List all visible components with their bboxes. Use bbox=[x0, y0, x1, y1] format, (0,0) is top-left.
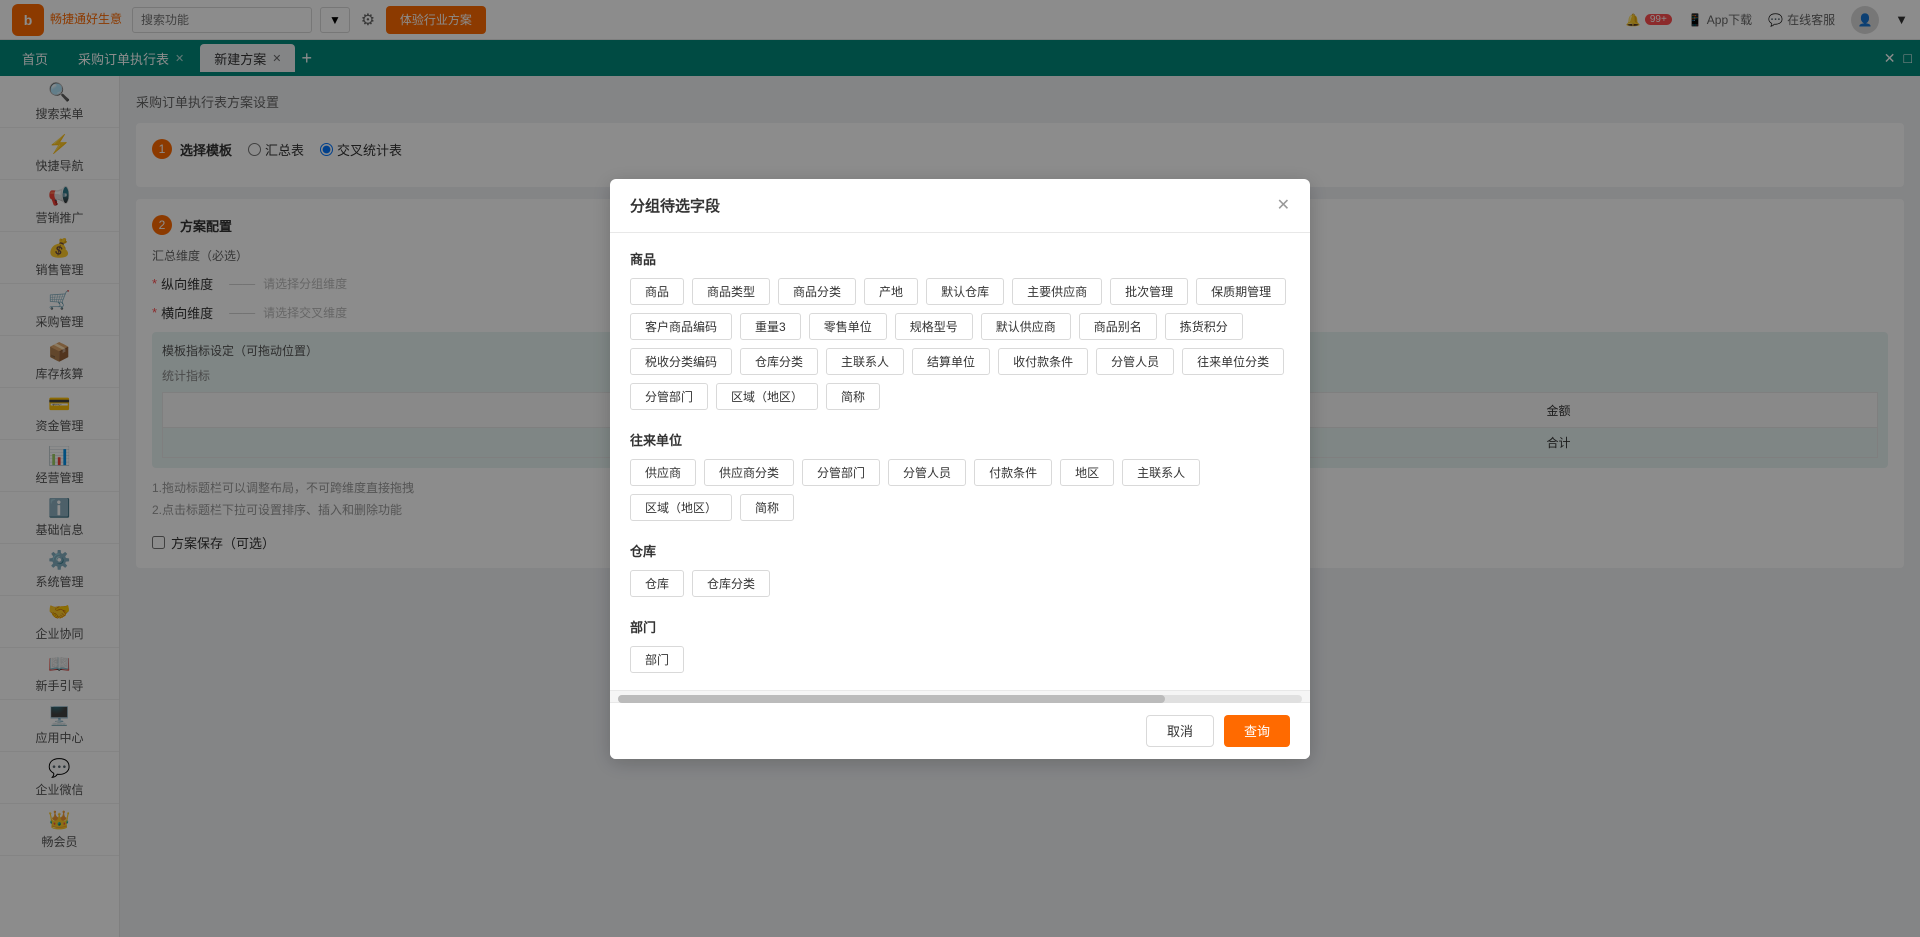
field-tag[interactable]: 批次管理 bbox=[1110, 278, 1188, 305]
field-tag[interactable]: 分管人员 bbox=[1096, 348, 1174, 375]
field-tag[interactable]: 区域（地区） bbox=[716, 383, 818, 410]
modal-dialog: 分组待选字段 ✕ 商品 商品 商品类型 商品分类 产地 默认仓库 主要供应商 批… bbox=[610, 179, 1310, 759]
field-tag[interactable]: 商品 bbox=[630, 278, 684, 305]
field-tag[interactable]: 简称 bbox=[826, 383, 880, 410]
field-tag[interactable]: 默认仓库 bbox=[926, 278, 1004, 305]
field-tag[interactable]: 保质期管理 bbox=[1196, 278, 1286, 305]
field-tag[interactable]: 供应商分类 bbox=[704, 459, 794, 486]
field-tag[interactable]: 产地 bbox=[864, 278, 918, 305]
field-tag[interactable]: 收付款条件 bbox=[998, 348, 1088, 375]
modal-scrollbar bbox=[610, 690, 1310, 701]
field-tag[interactable]: 供应商 bbox=[630, 459, 696, 486]
field-tag[interactable]: 地区 bbox=[1060, 459, 1114, 486]
field-tag[interactable]: 分管部门 bbox=[630, 383, 708, 410]
field-tag[interactable]: 税收分类编码 bbox=[630, 348, 732, 375]
modal-overlay: 分组待选字段 ✕ 商品 商品 商品类型 商品分类 产地 默认仓库 主要供应商 批… bbox=[0, 0, 1920, 937]
field-group-partner: 往来单位 供应商 供应商分类 分管部门 分管人员 付款条件 地区 主联系人 区域… bbox=[630, 430, 1290, 521]
field-tag[interactable]: 默认供应商 bbox=[981, 313, 1071, 340]
field-tag[interactable]: 商品分类 bbox=[778, 278, 856, 305]
field-tag[interactable]: 仓库 bbox=[630, 570, 684, 597]
field-tag[interactable]: 往来单位分类 bbox=[1182, 348, 1284, 375]
field-tag[interactable]: 零售单位 bbox=[809, 313, 887, 340]
confirm-button[interactable]: 查询 bbox=[1224, 715, 1290, 747]
scrollbar-thumb[interactable] bbox=[618, 695, 1165, 703]
field-tag[interactable]: 分管人员 bbox=[888, 459, 966, 486]
field-tag[interactable]: 部门 bbox=[630, 646, 684, 673]
modal-header: 分组待选字段 ✕ bbox=[610, 179, 1310, 233]
field-tag[interactable]: 分管部门 bbox=[802, 459, 880, 486]
modal-title: 分组待选字段 bbox=[630, 195, 720, 216]
scrollbar-track bbox=[618, 695, 1302, 703]
cancel-button[interactable]: 取消 bbox=[1146, 715, 1214, 747]
field-tag[interactable]: 重量3 bbox=[740, 313, 801, 340]
field-tag[interactable]: 商品别名 bbox=[1079, 313, 1157, 340]
field-tag[interactable]: 付款条件 bbox=[974, 459, 1052, 486]
field-tags-dept: 部门 bbox=[630, 646, 1290, 673]
modal-body: 商品 商品 商品类型 商品分类 产地 默认仓库 主要供应商 批次管理 保质期管理… bbox=[610, 233, 1310, 691]
field-group-dept: 部门 部门 bbox=[630, 617, 1290, 673]
field-tag[interactable]: 客户商品编码 bbox=[630, 313, 732, 340]
field-tags-product: 商品 商品类型 商品分类 产地 默认仓库 主要供应商 批次管理 保质期管理 客户… bbox=[630, 278, 1290, 410]
field-tag[interactable]: 区域（地区） bbox=[630, 494, 732, 521]
field-tags-partner: 供应商 供应商分类 分管部门 分管人员 付款条件 地区 主联系人 区域（地区） … bbox=[630, 459, 1290, 521]
field-tag[interactable]: 简称 bbox=[740, 494, 794, 521]
field-tag[interactable]: 拣货积分 bbox=[1165, 313, 1243, 340]
field-group-product-title: 商品 bbox=[630, 249, 1290, 268]
field-group-warehouse-title: 仓库 bbox=[630, 541, 1290, 560]
modal-close-button[interactable]: ✕ bbox=[1277, 195, 1290, 215]
field-tag[interactable]: 主联系人 bbox=[1122, 459, 1200, 486]
field-tag[interactable]: 商品类型 bbox=[692, 278, 770, 305]
field-group-dept-title: 部门 bbox=[630, 617, 1290, 636]
field-tag[interactable]: 结算单位 bbox=[912, 348, 990, 375]
field-group-partner-title: 往来单位 bbox=[630, 430, 1290, 449]
field-tag[interactable]: 仓库分类 bbox=[692, 570, 770, 597]
field-tag[interactable]: 仓库分类 bbox=[740, 348, 818, 375]
field-tag[interactable]: 规格型号 bbox=[895, 313, 973, 340]
field-tags-warehouse: 仓库 仓库分类 bbox=[630, 570, 1290, 597]
field-group-product: 商品 商品 商品类型 商品分类 产地 默认仓库 主要供应商 批次管理 保质期管理… bbox=[630, 249, 1290, 410]
field-group-warehouse: 仓库 仓库 仓库分类 bbox=[630, 541, 1290, 597]
field-tag[interactable]: 主要供应商 bbox=[1012, 278, 1102, 305]
modal-footer: 取消 查询 bbox=[610, 702, 1310, 759]
field-tag[interactable]: 主联系人 bbox=[826, 348, 904, 375]
